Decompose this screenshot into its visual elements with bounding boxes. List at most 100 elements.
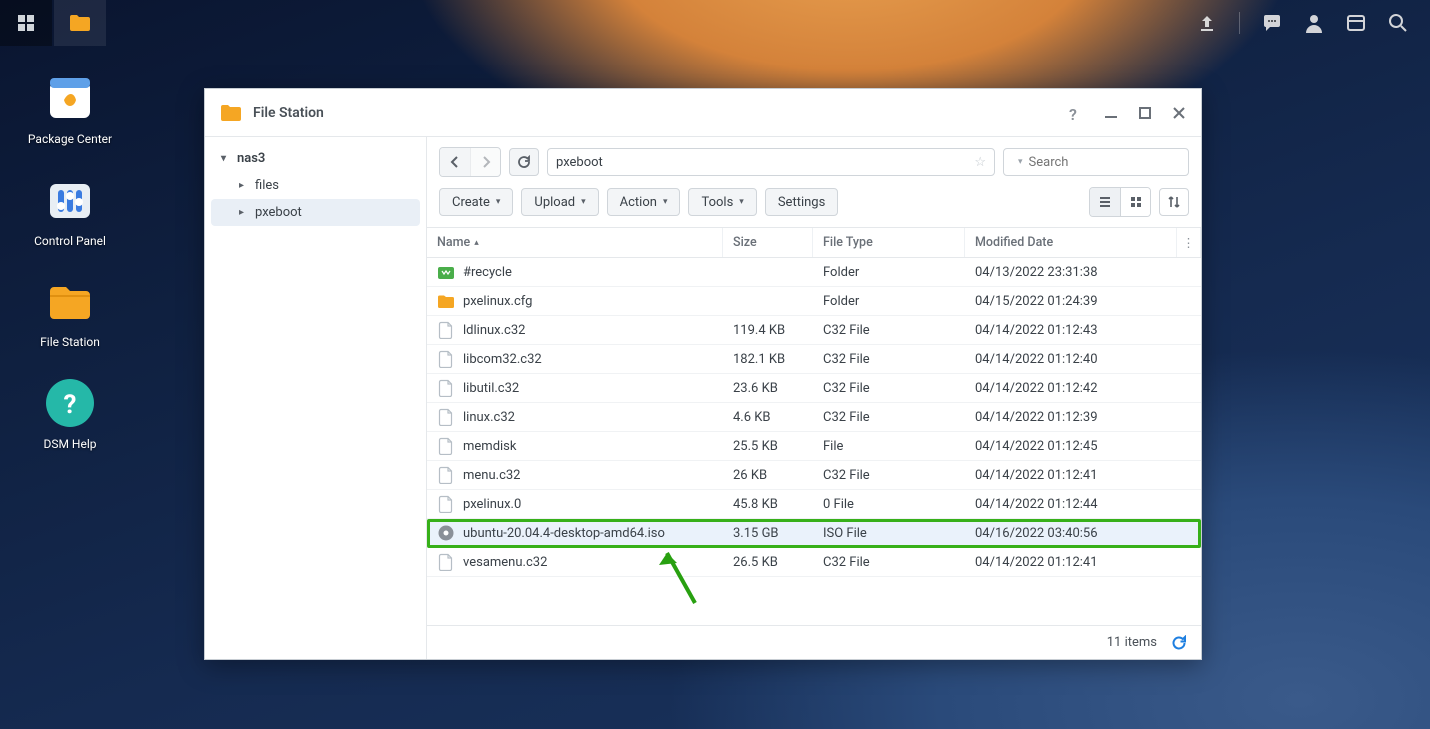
file-type: C32 File	[813, 403, 965, 431]
file-name: ubuntu-20.04.4-desktop-amd64.iso	[463, 526, 665, 541]
table-row[interactable]: libutil.c3223.6 KBC32 File04/14/2022 01:…	[427, 374, 1201, 403]
file-size	[723, 258, 813, 286]
file-date: 04/14/2022 01:12:44	[965, 490, 1177, 518]
desktop-icons: Package Center Control Panel File Statio…	[20, 64, 120, 458]
file-station-icon	[42, 273, 98, 329]
search-field[interactable]	[1029, 155, 1195, 170]
taskbar-apps-button[interactable]	[0, 0, 52, 46]
user-icon[interactable]	[1304, 13, 1324, 33]
search-input[interactable]: ▾	[1003, 148, 1189, 176]
window-title: File Station	[253, 105, 1059, 121]
desktop-control-panel[interactable]: Control Panel	[20, 166, 120, 256]
taskbar-file-station[interactable]	[54, 0, 106, 46]
taskbar-divider	[1239, 12, 1240, 34]
table-row[interactable]: pxelinux.cfgFolder04/15/2022 01:24:39	[427, 287, 1201, 316]
close-button[interactable]	[1171, 105, 1187, 121]
path-input[interactable]: pxeboot ☆	[547, 148, 995, 176]
widget-icon[interactable]	[1346, 13, 1366, 33]
control-panel-icon	[42, 172, 98, 228]
window-titlebar[interactable]: File Station ?	[205, 89, 1201, 137]
settings-button[interactable]: Settings	[765, 188, 838, 216]
tree-item[interactable]: ▸pxeboot	[211, 199, 420, 226]
desktop-file-station[interactable]: File Station	[20, 267, 120, 357]
column-type[interactable]: File Type	[813, 228, 965, 257]
grid-view-button[interactable]	[1120, 188, 1150, 216]
action-button[interactable]: Action▾	[607, 188, 681, 216]
upload-button[interactable]: Upload▾	[521, 188, 598, 216]
folder-icon	[219, 101, 243, 125]
tree-item[interactable]: ▸files	[211, 172, 420, 199]
column-size[interactable]: Size	[723, 228, 813, 257]
list-icon	[1098, 195, 1112, 209]
file-size: 45.8 KB	[723, 490, 813, 518]
file-size	[723, 287, 813, 315]
table-row[interactable]: linux.c324.6 KBC32 File04/14/2022 01:12:…	[427, 403, 1201, 432]
file-name: memdisk	[463, 439, 517, 454]
chat-icon[interactable]	[1262, 13, 1282, 33]
help-button[interactable]: ?	[1069, 105, 1085, 121]
desktop-label: Package Center	[28, 132, 112, 148]
file-icon	[437, 350, 455, 368]
sort-button[interactable]	[1159, 188, 1189, 216]
file-date: 04/14/2022 01:12:45	[965, 432, 1177, 460]
desktop-label: File Station	[40, 335, 100, 351]
column-date[interactable]: Modified Date	[965, 228, 1177, 257]
table-row[interactable]: #recycleFolder04/13/2022 23:31:38	[427, 258, 1201, 287]
file-icon	[437, 408, 455, 426]
file-size: 119.4 KB	[723, 316, 813, 344]
path-text: pxeboot	[556, 155, 603, 170]
system-taskbar	[0, 0, 1430, 46]
back-button[interactable]	[440, 148, 470, 176]
table-row[interactable]: pxelinux.045.8 KB0 File04/14/2022 01:12:…	[427, 490, 1201, 519]
table-row[interactable]: ubuntu-20.04.4-desktop-amd64.iso3.15 GBI…	[427, 519, 1201, 548]
file-station-window: File Station ? ▾ nas3 ▸files▸pxeboot	[204, 88, 1202, 660]
sort-icon	[1167, 195, 1181, 209]
list-view-button[interactable]	[1090, 188, 1120, 216]
file-name: libcom32.c32	[463, 352, 542, 367]
table-row[interactable]: libcom32.c32182.1 KBC32 File04/14/2022 0…	[427, 345, 1201, 374]
folder-tree: ▾ nas3 ▸files▸pxeboot	[205, 137, 427, 659]
svg-text:?: ?	[64, 390, 77, 420]
desktop-dsm-help[interactable]: ? DSM Help	[20, 369, 120, 459]
refresh-button[interactable]	[509, 148, 539, 176]
table-row[interactable]: ldlinux.c32119.4 KBC32 File04/14/2022 01…	[427, 316, 1201, 345]
file-name: vesamenu.c32	[463, 555, 547, 570]
table-row[interactable]: menu.c3226 KBC32 File04/14/2022 01:12:41	[427, 461, 1201, 490]
file-date: 04/16/2022 03:40:56	[965, 519, 1177, 547]
table-row[interactable]: memdisk25.5 KBFile04/14/2022 01:12:45	[427, 432, 1201, 461]
file-type: Folder	[813, 287, 965, 315]
file-type: C32 File	[813, 374, 965, 402]
package-center-icon	[42, 70, 98, 126]
status-refresh-button[interactable]	[1171, 635, 1187, 651]
file-date: 04/15/2022 01:24:39	[965, 287, 1177, 315]
help-icon: ?	[42, 375, 98, 431]
column-menu[interactable]: ⋮	[1177, 228, 1201, 257]
chevron-down-icon: ▾	[663, 197, 668, 207]
tools-button[interactable]: Tools▾	[688, 188, 756, 216]
file-list: #recycleFolder04/13/2022 23:31:38pxelinu…	[427, 258, 1201, 625]
file-date: 04/14/2022 01:12:39	[965, 403, 1177, 431]
file-size: 4.6 KB	[723, 403, 813, 431]
create-button[interactable]: Create▾	[439, 188, 513, 216]
desktop-label: DSM Help	[43, 437, 96, 453]
table-row[interactable]: vesamenu.c3226.5 KBC32 File04/14/2022 01…	[427, 548, 1201, 577]
minimize-button[interactable]	[1103, 105, 1119, 121]
maximize-button[interactable]	[1137, 105, 1153, 121]
file-type: 0 File	[813, 490, 965, 518]
file-icon	[437, 553, 455, 571]
column-name[interactable]: Name▴	[427, 228, 723, 257]
chevron-right-icon: ▸	[239, 180, 249, 191]
folder-icon	[69, 13, 91, 33]
upload-icon[interactable]	[1197, 13, 1217, 33]
chevron-down-icon: ▾	[739, 197, 744, 207]
file-icon	[437, 379, 455, 397]
star-icon[interactable]: ☆	[974, 155, 986, 170]
search-icon[interactable]	[1388, 13, 1408, 33]
forward-button[interactable]	[470, 148, 500, 176]
desktop-package-center[interactable]: Package Center	[20, 64, 120, 154]
file-type: C32 File	[813, 345, 965, 373]
file-date: 04/14/2022 01:12:42	[965, 374, 1177, 402]
chevron-down-icon: ▾	[221, 153, 231, 164]
refresh-icon	[1171, 635, 1187, 651]
tree-root[interactable]: ▾ nas3	[211, 145, 420, 172]
